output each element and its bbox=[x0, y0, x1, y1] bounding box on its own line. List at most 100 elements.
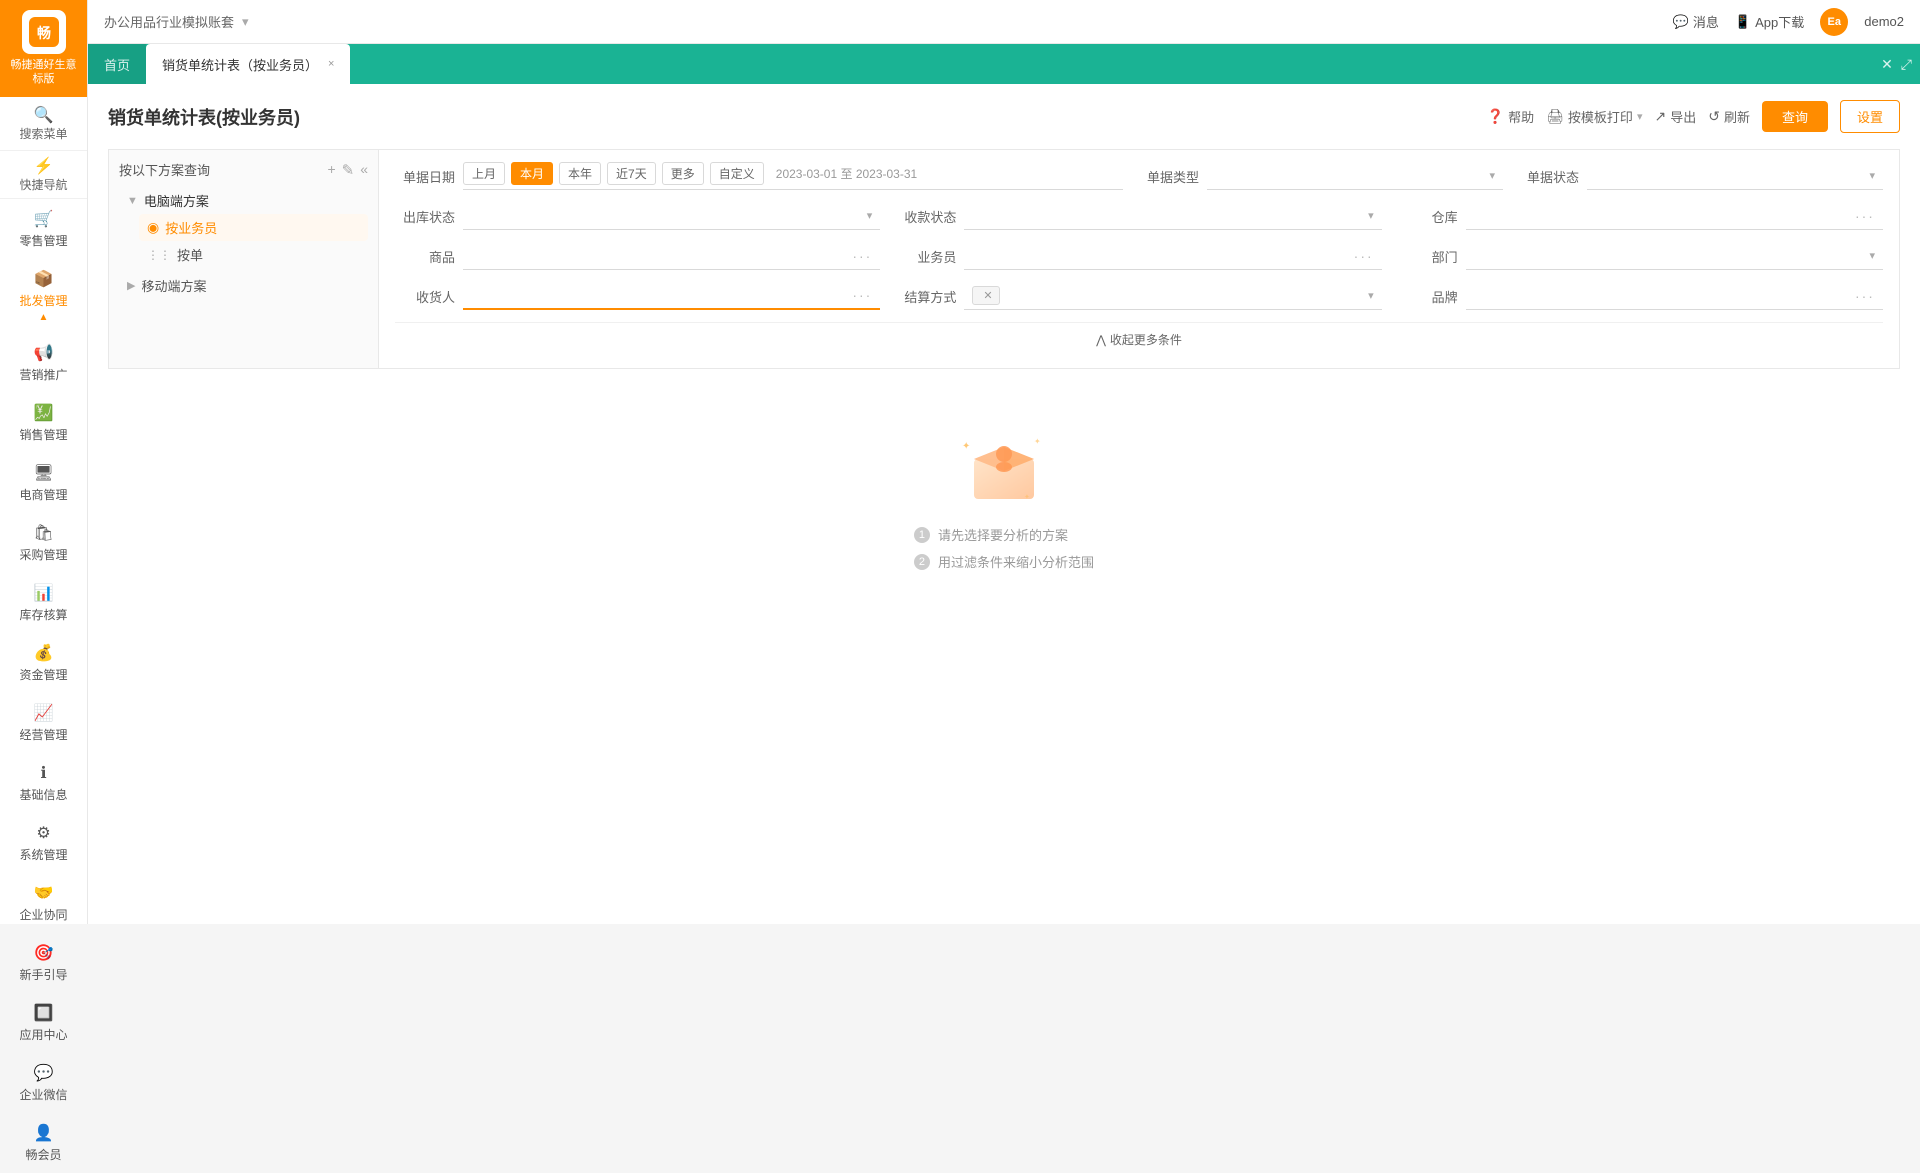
sidebar-item-marketing[interactable]: 📢 营销推广 bbox=[0, 333, 87, 393]
sidebar-item-operations[interactable]: 📈 经营管理 bbox=[0, 693, 87, 753]
dept-label: 部门 bbox=[1398, 247, 1458, 266]
pay-status-label: 收款状态 bbox=[896, 207, 956, 226]
sidebar-item-member[interactable]: 👤 畅会员 bbox=[0, 1113, 87, 1173]
help-btn[interactable]: ❓ 帮助 bbox=[1487, 107, 1534, 126]
system-icon: ⚙ bbox=[36, 823, 50, 843]
payment-tag-close-icon[interactable]: ✕ bbox=[983, 289, 992, 302]
tab-home[interactable]: 首页 bbox=[88, 44, 146, 84]
active-tab-label: 销货单统计表（按业务员） bbox=[162, 55, 318, 74]
type-select[interactable]: ▾ bbox=[1207, 162, 1503, 190]
empty-state-step-2: 2 用过滤条件来缩小分析范围 bbox=[914, 552, 1094, 571]
date-btn-this-year[interactable]: 本年 bbox=[559, 162, 601, 185]
user-avatar[interactable]: Ea bbox=[1820, 8, 1848, 36]
sidebar-item-guide[interactable]: 🎯 新手引导 bbox=[0, 933, 87, 993]
filter-item-salesperson: 业务员 ··· bbox=[896, 242, 1381, 270]
company-selector[interactable]: 办公用品行业模拟账套 ▾ bbox=[104, 12, 249, 31]
svg-text:✦: ✦ bbox=[962, 441, 970, 452]
sidebar-quick-nav[interactable]: ⚡ 快捷导航 bbox=[0, 151, 87, 199]
status-select[interactable]: ▾ bbox=[1587, 162, 1883, 190]
brand-select[interactable]: ··· bbox=[1466, 282, 1883, 310]
appcenter-icon: 🔲 bbox=[34, 1003, 54, 1023]
payment-tag: ✕ bbox=[972, 286, 999, 305]
pay-status-select[interactable]: ▾ bbox=[964, 202, 1381, 230]
edit-scheme-icon[interactable]: ✎ bbox=[342, 161, 355, 179]
warehouse-dots-icon[interactable]: ··· bbox=[1855, 208, 1875, 224]
sidebar-item-purchase[interactable]: 🛍 采购管理 bbox=[0, 513, 87, 573]
member-icon: 👤 bbox=[34, 1123, 54, 1143]
brand-dots-icon[interactable]: ··· bbox=[1855, 288, 1875, 304]
sidebar-item-appcenter[interactable]: 🔲 应用中心 bbox=[0, 993, 87, 1053]
tab-close-icon[interactable]: × bbox=[328, 58, 334, 70]
date-btn-last-month[interactable]: 上月 bbox=[463, 162, 505, 185]
page-actions: ❓ 帮助 🖨 按模板打印 ▾ ↗ 导出 ↺ 刷新 bbox=[1487, 100, 1900, 133]
basicinfo-icon: ℹ bbox=[40, 763, 46, 783]
goods-dots-icon[interactable]: ··· bbox=[852, 248, 872, 264]
download-icon: 📱 bbox=[1735, 14, 1751, 30]
logo-icon: 畅 bbox=[22, 10, 66, 54]
collapse-panel-icon[interactable]: « bbox=[360, 161, 368, 179]
sidebar-item-system[interactable]: ⚙ 系统管理 bbox=[0, 813, 87, 873]
export-btn[interactable]: ↗ 导出 bbox=[1654, 107, 1696, 126]
tab-close-window-icon[interactable]: ✕ bbox=[1881, 56, 1893, 73]
scheme-salesperson[interactable]: ◉ 按业务员 bbox=[139, 214, 368, 241]
filter-item-warehouse: 仓库 ··· bbox=[1398, 202, 1883, 230]
message-btn[interactable]: 💬 消息 bbox=[1673, 12, 1719, 31]
payment-select[interactable]: ✕ ▾ bbox=[964, 282, 1381, 310]
tree-expand-icon2: ▶ bbox=[127, 279, 135, 292]
sidebar-item-wechat[interactable]: 💬 企业微信 bbox=[0, 1053, 87, 1113]
sales-icon: 💹 bbox=[34, 403, 54, 423]
salesperson-select[interactable]: ··· bbox=[964, 242, 1381, 270]
page-title-bar: 销货单统计表(按业务员) ❓ 帮助 🖨 按模板打印 ▾ ↗ 导出 bbox=[108, 100, 1900, 133]
step-2-number: 2 bbox=[914, 554, 930, 570]
date-btn-this-month[interactable]: 本月 bbox=[511, 162, 553, 185]
receiver-dots-icon[interactable]: ··· bbox=[852, 287, 872, 303]
empty-state: ✦ ✦ ✦ 1 请先选择要分析的方案 2 用过滤条件来缩小分析范围 bbox=[108, 369, 1900, 639]
help-icon: ❓ bbox=[1487, 108, 1504, 125]
print-btn[interactable]: 🖨 按模板打印 ▾ bbox=[1546, 107, 1642, 126]
print-icon: 🖨 bbox=[1546, 108, 1564, 125]
sidebar-item-inventory[interactable]: 📊 库存核算 bbox=[0, 573, 87, 633]
receiver-input[interactable]: ··· bbox=[463, 282, 880, 310]
filter-row-3: 商品 ··· 业务员 ··· bbox=[395, 242, 1883, 270]
filter-tree: ▼ 电脑端方案 ◉ 按业务员 ⋮⋮ 按单 bbox=[119, 187, 368, 299]
brand-label: 品牌 bbox=[1398, 287, 1458, 306]
date-btn-more[interactable]: 更多 bbox=[662, 162, 704, 185]
sidebar-item-basicinfo[interactable]: ℹ 基础信息 bbox=[0, 753, 87, 813]
filter-item-out-status: 出库状态 ▾ bbox=[395, 202, 880, 230]
goods-select[interactable]: ··· bbox=[463, 242, 880, 270]
warehouse-select[interactable]: ··· bbox=[1466, 202, 1883, 230]
sidebar-item-ecommerce[interactable]: 🖥 电商管理 bbox=[0, 453, 87, 513]
add-scheme-icon[interactable]: + bbox=[327, 161, 335, 179]
query-button[interactable]: 查询 bbox=[1762, 101, 1828, 132]
filter-area: 按以下方案查询 + ✎ « ▼ 电脑端方案 bbox=[108, 149, 1900, 369]
app-download-btn[interactable]: 📱 App下载 bbox=[1735, 12, 1804, 31]
sidebar-logo[interactable]: 畅 畅捷通好生意 标版 bbox=[0, 0, 87, 97]
refresh-btn[interactable]: ↺ 刷新 bbox=[1708, 107, 1750, 126]
collapse-btn[interactable]: ⋀ 收起更多条件 bbox=[1096, 331, 1182, 348]
sidebar: 畅 畅捷通好生意 标版 🔍 搜索菜单 ⚡ 快捷导航 🛒 零售管理 📦 批发管理 … bbox=[0, 0, 88, 924]
salesperson-dots-icon[interactable]: ··· bbox=[1354, 248, 1374, 264]
sidebar-item-wholesale[interactable]: 📦 批发管理 ▲ bbox=[0, 259, 87, 333]
settings-button[interactable]: 设置 bbox=[1840, 100, 1900, 133]
mobile-group-toggle[interactable]: ▶ 移动端方案 bbox=[119, 272, 368, 299]
dept-select[interactable]: ▾ bbox=[1466, 242, 1883, 270]
tab-sales-report[interactable]: 销货单统计表（按业务员） × bbox=[146, 44, 350, 84]
desktop-group-toggle[interactable]: ▼ 电脑端方案 bbox=[119, 187, 368, 214]
filter-row-4: 收货人 ··· 结算方式 ✕ bbox=[395, 282, 1883, 310]
scheme-order[interactable]: ⋮⋮ 按单 bbox=[139, 241, 368, 268]
mobile-group: ▶ 移动端方案 bbox=[119, 272, 368, 299]
sidebar-search-btn[interactable]: 🔍 搜索菜单 bbox=[0, 97, 87, 151]
tab-maximize-icon[interactable]: ⤢ bbox=[1901, 56, 1912, 73]
page-title: 销货单统计表(按业务员) bbox=[108, 104, 300, 130]
sidebar-item-sales[interactable]: 💹 销售管理 bbox=[0, 393, 87, 453]
scheme-order-icon: ⋮⋮ bbox=[147, 248, 171, 262]
out-status-select[interactable]: ▾ bbox=[463, 202, 880, 230]
date-btn-custom[interactable]: 自定义 bbox=[710, 162, 764, 185]
date-filter-buttons: 上月 本月 本年 近7天 更多 自定义 bbox=[463, 162, 764, 185]
filter-section-actions: + ✎ « bbox=[327, 161, 368, 179]
page-content: 销货单统计表(按业务员) ❓ 帮助 🖨 按模板打印 ▾ ↗ 导出 bbox=[88, 84, 1920, 924]
goods-label: 商品 bbox=[395, 247, 455, 266]
date-btn-7days[interactable]: 近7天 bbox=[607, 162, 656, 185]
sidebar-item-finance[interactable]: 💰 资金管理 bbox=[0, 633, 87, 693]
sidebar-item-retail[interactable]: 🛒 零售管理 bbox=[0, 199, 87, 259]
